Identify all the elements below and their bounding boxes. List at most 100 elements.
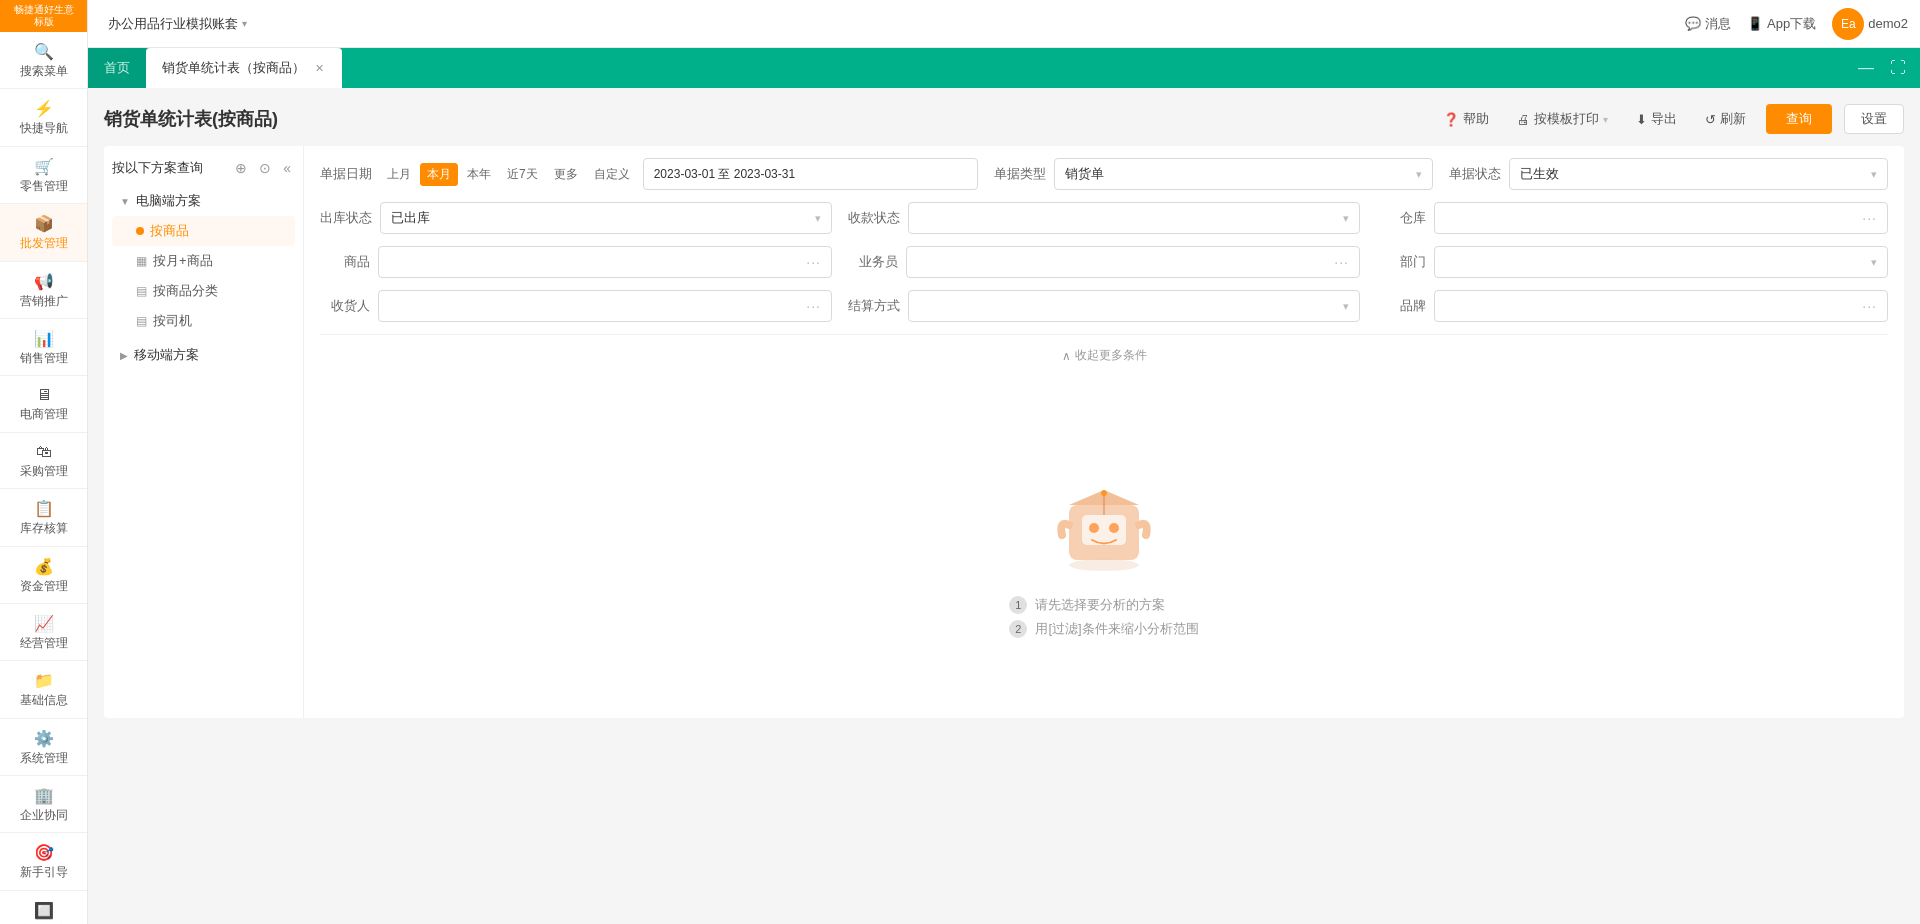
field-receiver: 收货人 ··· xyxy=(320,290,832,322)
sidebar-item-ecommerce[interactable]: 🖥 电商管理 xyxy=(0,376,87,432)
app-download-action[interactable]: 📱 App下载 xyxy=(1747,15,1816,33)
field-brand: 品牌 ··· xyxy=(1376,290,1888,322)
sidebar-label-enterprise: 企业协同 xyxy=(20,808,68,822)
scheme-item-by-month-product[interactable]: ▦ 按月+商品 xyxy=(112,246,295,276)
export-label: 导出 xyxy=(1651,110,1677,128)
brand-input[interactable]: ··· xyxy=(1434,290,1888,322)
filter-layout: 按以下方案查询 ⊕ ⊙ « ▼ 电脑端方案 按商品 xyxy=(104,146,1904,718)
payment-status-select[interactable]: ▾ xyxy=(908,202,1360,234)
sidebar-item-apps[interactable]: 🔲 应用中心 xyxy=(0,891,87,924)
department-select[interactable]: ▾ xyxy=(1434,246,1888,278)
query-button[interactable]: 查询 xyxy=(1766,104,1832,134)
warehouse-input[interactable]: ··· xyxy=(1434,202,1888,234)
by-month-product-label: 按月+商品 xyxy=(153,252,213,270)
tabbar: 首页 销货单统计表（按商品） ✕ — ⛶ xyxy=(88,48,1920,88)
collapse-row: ∧ 收起更多条件 xyxy=(320,334,1888,368)
payment-method-arrow-icon: ▾ xyxy=(1343,300,1349,313)
date-this-year-btn[interactable]: 本年 xyxy=(460,163,498,186)
payment-status-arrow-icon: ▾ xyxy=(1343,212,1349,225)
date-range-input[interactable]: 2023-03-01 至 2023-03-31 xyxy=(643,158,979,190)
out-status-select[interactable]: 已出库 ▾ xyxy=(380,202,832,234)
scheme-group-mobile: ▶ 移动端方案 xyxy=(112,340,295,370)
product-dots-icon: ··· xyxy=(806,254,821,270)
scheme-panel: 按以下方案查询 ⊕ ⊙ « ▼ 电脑端方案 按商品 xyxy=(104,146,304,718)
date-more-btn[interactable]: 更多 xyxy=(547,163,585,186)
sidebar-item-marketing[interactable]: 📢 营销推广 xyxy=(0,262,87,319)
topbar-left: 办公用品行业模拟账套 ▾ xyxy=(100,11,1685,37)
scheme-group-desktop-title[interactable]: ▼ 电脑端方案 xyxy=(112,186,295,216)
avatar[interactable]: Ea xyxy=(1832,8,1864,40)
tab-maximize-icon[interactable]: ⛶ xyxy=(1884,55,1912,81)
desktop-group-label: 电脑端方案 xyxy=(136,192,201,210)
sidebar-icon-retail: 🛒 xyxy=(34,157,54,176)
sidebar-item-finance[interactable]: 💰 资金管理 xyxy=(0,547,87,604)
doc-type-select[interactable]: 销货单 ▾ xyxy=(1054,158,1433,190)
template-print-button[interactable]: 🖨 按模板打印 ▾ xyxy=(1509,106,1616,132)
message-action[interactable]: 💬 消息 xyxy=(1685,15,1731,33)
logo-area: 畅捷通好生意 标版 xyxy=(0,0,87,32)
sidebar-items: 🔍 搜索菜单 ⚡ 快捷导航 🛒 零售管理 📦 批发管理 📢 营销推广 📊 销售管… xyxy=(0,32,87,924)
tab-sales-stat[interactable]: 销货单统计表（按商品） ✕ xyxy=(146,48,342,88)
by-cashier-icon: ▤ xyxy=(136,314,147,328)
content-area: 销货单统计表(按商品) ❓ 帮助 🖨 按模板打印 ▾ ⬇ 导出 ↺ 刷新 xyxy=(88,88,1920,924)
export-button[interactable]: ⬇ 导出 xyxy=(1628,106,1685,132)
sidebar-icon-sales: 📊 xyxy=(34,329,54,348)
refresh-button[interactable]: ↺ 刷新 xyxy=(1697,106,1754,132)
sidebar-item-operation[interactable]: 📈 经营管理 xyxy=(0,604,87,661)
sidebar-item-inventory[interactable]: 📋 库存核算 xyxy=(0,489,87,546)
out-status-arrow-icon: ▾ xyxy=(815,212,821,225)
hint-num-2: 2 xyxy=(1009,620,1027,638)
template-print-label: 按模板打印 xyxy=(1534,110,1599,128)
department-arrow-icon: ▾ xyxy=(1871,256,1877,269)
scheme-add-icon[interactable]: ⊕ xyxy=(231,158,251,178)
workspace-selector[interactable]: 办公用品行业模拟账套 ▾ xyxy=(100,11,255,37)
scheme-header-title: 按以下方案查询 xyxy=(112,159,203,177)
sidebar: 畅捷通好生意 标版 🔍 搜索菜单 ⚡ 快捷导航 🛒 零售管理 📦 批发管理 📢 … xyxy=(0,0,88,924)
doc-status-select[interactable]: 已生效 ▾ xyxy=(1509,158,1888,190)
settings-button[interactable]: 设置 xyxy=(1844,104,1904,134)
main-area: 办公用品行业模拟账套 ▾ 💬 消息 📱 App下载 Ea demo2 首页 xyxy=(88,0,1920,924)
scheme-item-by-category[interactable]: ▤ 按商品分类 xyxy=(112,276,295,306)
product-input[interactable]: ··· xyxy=(378,246,832,278)
help-button[interactable]: ❓ 帮助 xyxy=(1435,106,1497,132)
hint-num-1: 1 xyxy=(1009,596,1027,614)
scheme-collapse-icon[interactable]: « xyxy=(279,158,295,178)
tab-home-label: 首页 xyxy=(104,59,130,77)
payment-method-select[interactable]: ▾ xyxy=(908,290,1360,322)
tab-close-icon[interactable]: ✕ xyxy=(313,60,326,77)
tab-sales-stat-label: 销货单统计表（按商品） xyxy=(162,59,305,77)
sidebar-item-wholesale[interactable]: 📦 批发管理 xyxy=(0,204,87,261)
date-this-month-btn[interactable]: 本月 xyxy=(420,163,458,186)
scheme-item-by-cashier[interactable]: ▤ 按司机 xyxy=(112,306,295,336)
sidebar-label-search: 搜索菜单 xyxy=(20,64,68,78)
sidebar-item-basic[interactable]: 📁 基础信息 xyxy=(0,661,87,718)
sidebar-item-quicknav[interactable]: ⚡ 快捷导航 xyxy=(0,89,87,146)
scheme-item-by-product[interactable]: 按商品 xyxy=(112,216,295,246)
tab-minimize-icon[interactable]: — xyxy=(1852,55,1880,81)
sidebar-label-retail: 零售管理 xyxy=(20,179,68,193)
field-department: 部门 ▾ xyxy=(1376,246,1888,278)
sidebar-item-retail[interactable]: 🛒 零售管理 xyxy=(0,147,87,204)
tab-home[interactable]: 首页 xyxy=(88,48,146,88)
scheme-group-mobile-title[interactable]: ▶ 移动端方案 xyxy=(112,340,295,370)
date-custom-btn[interactable]: 自定义 xyxy=(587,163,637,186)
date-last-month-btn[interactable]: 上月 xyxy=(380,163,418,186)
svg-point-5 xyxy=(1109,523,1119,533)
sidebar-item-search[interactable]: 🔍 搜索菜单 xyxy=(0,32,87,89)
field-doc-type: 单据类型 销货单 ▾ xyxy=(994,158,1433,190)
sidebar-label-marketing: 营销推广 xyxy=(20,294,68,308)
sidebar-item-enterprise[interactable]: 🏢 企业协同 xyxy=(0,776,87,833)
user-action[interactable]: Ea demo2 xyxy=(1832,8,1908,40)
receiver-input[interactable]: ··· xyxy=(378,290,832,322)
collapse-button[interactable]: ∧ 收起更多条件 xyxy=(1050,343,1159,368)
sidebar-item-system[interactable]: ⚙️ 系统管理 xyxy=(0,719,87,776)
sidebar-item-sales[interactable]: 📊 销售管理 xyxy=(0,319,87,376)
sidebar-item-purchase[interactable]: 🛍 采购管理 xyxy=(0,433,87,489)
date-last-7-days-btn[interactable]: 近7天 xyxy=(500,163,545,186)
sidebar-icon-basic: 📁 xyxy=(34,671,54,690)
salesperson-input[interactable]: ··· xyxy=(906,246,1360,278)
export-icon: ⬇ xyxy=(1636,112,1647,127)
sidebar-item-newbie[interactable]: 🎯 新手引导 xyxy=(0,833,87,890)
scheme-settings-icon[interactable]: ⊙ xyxy=(255,158,275,178)
mobile-group-arrow-icon: ▶ xyxy=(120,350,128,361)
